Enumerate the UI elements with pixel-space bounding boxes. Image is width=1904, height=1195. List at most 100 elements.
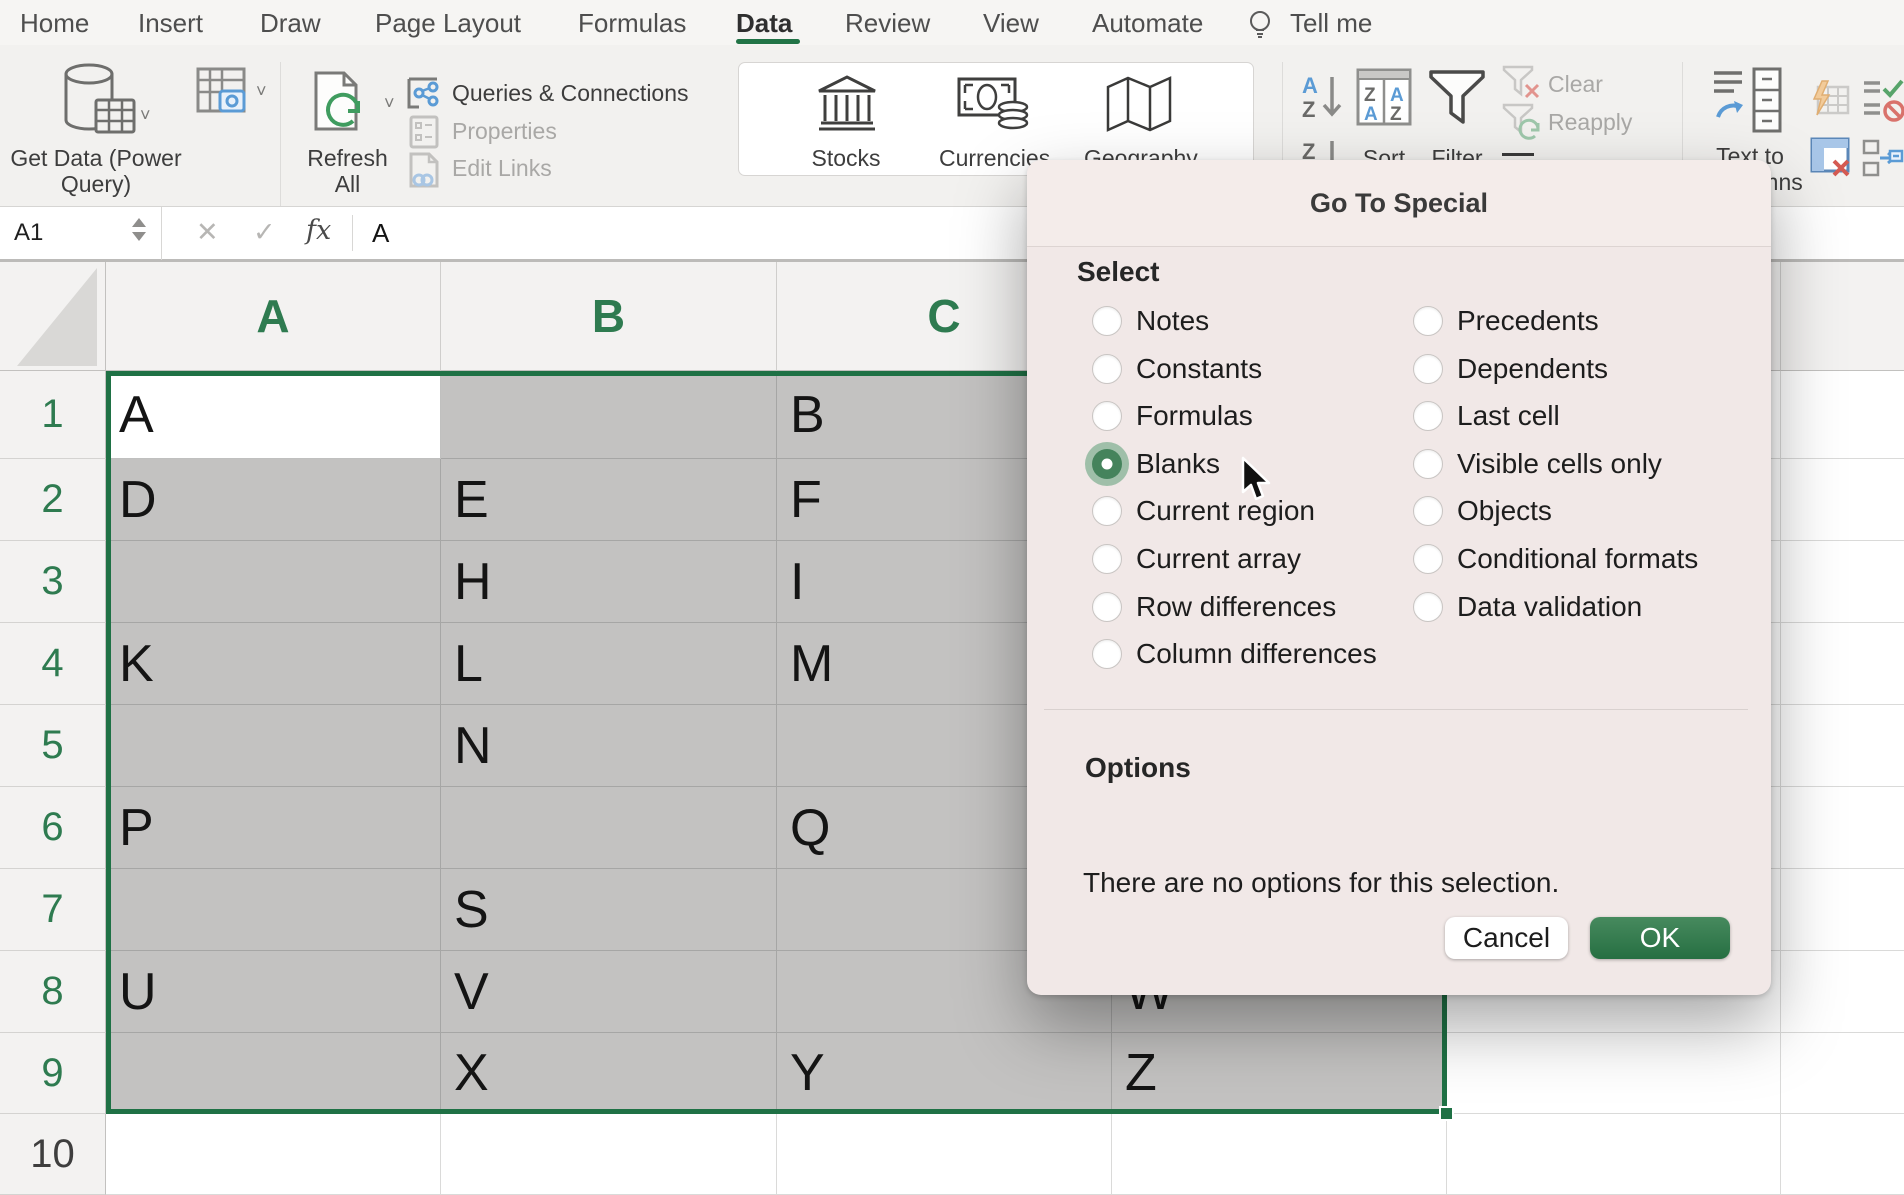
radio-option-objects[interactable]: Objects <box>1413 491 1552 531</box>
radio-option-formulas[interactable]: Formulas <box>1092 396 1253 436</box>
cell-F1[interactable] <box>1781 371 1904 459</box>
col-header-a[interactable]: A <box>106 262 441 371</box>
cell-A5[interactable] <box>106 705 441 787</box>
cell-F3[interactable] <box>1781 541 1904 623</box>
fill-handle[interactable] <box>1439 1106 1454 1121</box>
radio-option-visible-cells-only[interactable]: Visible cells only <box>1413 444 1662 484</box>
active-tab-underline <box>736 39 800 44</box>
cell-B9[interactable]: X <box>441 1033 777 1114</box>
menu-automate[interactable]: Automate <box>1092 0 1203 45</box>
radio-option-precedents[interactable]: Precedents <box>1413 301 1599 341</box>
reapply-filter-label: Reapply <box>1548 109 1632 136</box>
cell-A1[interactable]: A <box>106 371 441 459</box>
formula-input[interactable]: A <box>372 218 389 249</box>
menu-formulas[interactable]: Formulas <box>578 0 686 45</box>
row-header-6[interactable]: 6 <box>0 787 106 869</box>
col-header-f[interactable]: F <box>1781 262 1904 371</box>
row-header-9[interactable]: 9 <box>0 1033 106 1114</box>
row-header-7[interactable]: 7 <box>0 869 106 951</box>
cell-D9[interactable]: Z <box>1112 1033 1447 1114</box>
cell-A9[interactable] <box>106 1033 441 1114</box>
select-all-corner[interactable] <box>0 262 106 371</box>
cell-A6[interactable]: P <box>106 787 441 869</box>
col-header-b[interactable]: B <box>441 262 777 371</box>
cell-F2[interactable] <box>1781 459 1904 541</box>
go-to-special-dialog: Go To Special Select Notes Constants For… <box>1027 160 1771 995</box>
name-box-stepper[interactable] <box>132 218 148 250</box>
cell-F10[interactable] <box>1781 1114 1904 1195</box>
cell-E10[interactable] <box>1447 1114 1781 1195</box>
cell-B6[interactable] <box>441 787 777 869</box>
menu-home[interactable]: Home <box>20 0 89 45</box>
menu-draw[interactable]: Draw <box>260 0 321 45</box>
radio-option-data-validation[interactable]: Data validation <box>1413 587 1642 627</box>
row-header-1[interactable]: 1 <box>0 371 106 459</box>
edit-links-icon <box>407 152 441 190</box>
cell-F9[interactable] <box>1781 1033 1904 1114</box>
row-header-10[interactable]: 10 <box>0 1114 106 1195</box>
cell-F5[interactable] <box>1781 705 1904 787</box>
cell-C10[interactable] <box>777 1114 1112 1195</box>
lightbulb-icon <box>1247 9 1273 41</box>
cell-C9[interactable]: Y <box>777 1033 1112 1114</box>
menu-insert[interactable]: Insert <box>138 0 203 45</box>
get-data-label-2: Query) <box>8 171 184 198</box>
cell-F7[interactable] <box>1781 869 1904 951</box>
cell-B8[interactable]: V <box>441 951 777 1033</box>
row-header-2[interactable]: 2 <box>0 459 106 541</box>
menu-view[interactable]: View <box>983 0 1039 45</box>
cell-B5[interactable]: N <box>441 705 777 787</box>
row-header-5[interactable]: 5 <box>0 705 106 787</box>
radio-option-blanks[interactable]: Blanks <box>1092 444 1220 484</box>
cell-F6[interactable] <box>1781 787 1904 869</box>
svg-text:Z: Z <box>1302 97 1315 121</box>
name-box[interactable]: A1 <box>0 207 162 260</box>
radio-option-last-cell[interactable]: Last cell <box>1413 396 1560 436</box>
cell-A8[interactable]: U <box>106 951 441 1033</box>
insert-function-icon[interactable]: fx <box>306 215 331 246</box>
cell-F4[interactable] <box>1781 623 1904 705</box>
row-header-3[interactable]: 3 <box>0 541 106 623</box>
cell-B7[interactable]: S <box>441 869 777 951</box>
queries-connections-label: Queries & Connections <box>452 80 689 107</box>
menu-tell-me[interactable]: Tell me <box>1290 0 1372 45</box>
radio-option-dependents[interactable]: Dependents <box>1413 349 1608 389</box>
ok-button[interactable]: OK <box>1590 917 1730 959</box>
radio-option-column-differences[interactable]: Column differences <box>1092 634 1377 674</box>
ribbon-divider <box>280 62 281 212</box>
menu-bar: Home Insert Draw Page Layout Formulas Da… <box>0 0 1904 45</box>
radio-option-current-array[interactable]: Current array <box>1092 539 1301 579</box>
row-header-4[interactable]: 4 <box>0 623 106 705</box>
row-header-8[interactable]: 8 <box>0 951 106 1033</box>
az-a: A <box>1302 73 1318 98</box>
cell-A4[interactable]: K <box>106 623 441 705</box>
cell-B4[interactable]: L <box>441 623 777 705</box>
cell-B2[interactable]: E <box>441 459 777 541</box>
cell-B1[interactable] <box>441 371 777 459</box>
cell-A7[interactable] <box>106 869 441 951</box>
cell-A3[interactable] <box>106 541 441 623</box>
accept-entry-icon[interactable]: ✓ <box>253 217 276 248</box>
radio-option-row-differences[interactable]: Row differences <box>1092 587 1336 627</box>
radio-icon <box>1413 449 1443 479</box>
cell-B10[interactable] <box>441 1114 777 1195</box>
radio-option-notes[interactable]: Notes <box>1092 301 1209 341</box>
radio-icon <box>1092 496 1122 526</box>
cell-E9[interactable] <box>1447 1033 1781 1114</box>
text-to-columns-icon <box>1712 67 1782 133</box>
cancel-button[interactable]: Cancel <box>1445 917 1568 959</box>
radio-option-constants[interactable]: Constants <box>1092 349 1262 389</box>
cell-A10[interactable] <box>106 1114 441 1195</box>
radio-option-current-region[interactable]: Current region <box>1092 491 1315 531</box>
cell-B3[interactable]: H <box>441 541 777 623</box>
cancel-entry-icon[interactable]: ✕ <box>196 217 219 248</box>
cell-A2[interactable]: D <box>106 459 441 541</box>
table-camera-icon <box>196 67 252 119</box>
menu-page-layout[interactable]: Page Layout <box>375 0 521 45</box>
banknote-coins-icon <box>957 77 1031 135</box>
radio-selected-icon <box>1092 449 1122 479</box>
cell-F8[interactable] <box>1781 951 1904 1033</box>
cell-D10[interactable] <box>1112 1114 1447 1195</box>
menu-review[interactable]: Review <box>845 0 930 45</box>
radio-option-conditional-formats[interactable]: Conditional formats <box>1413 539 1698 579</box>
